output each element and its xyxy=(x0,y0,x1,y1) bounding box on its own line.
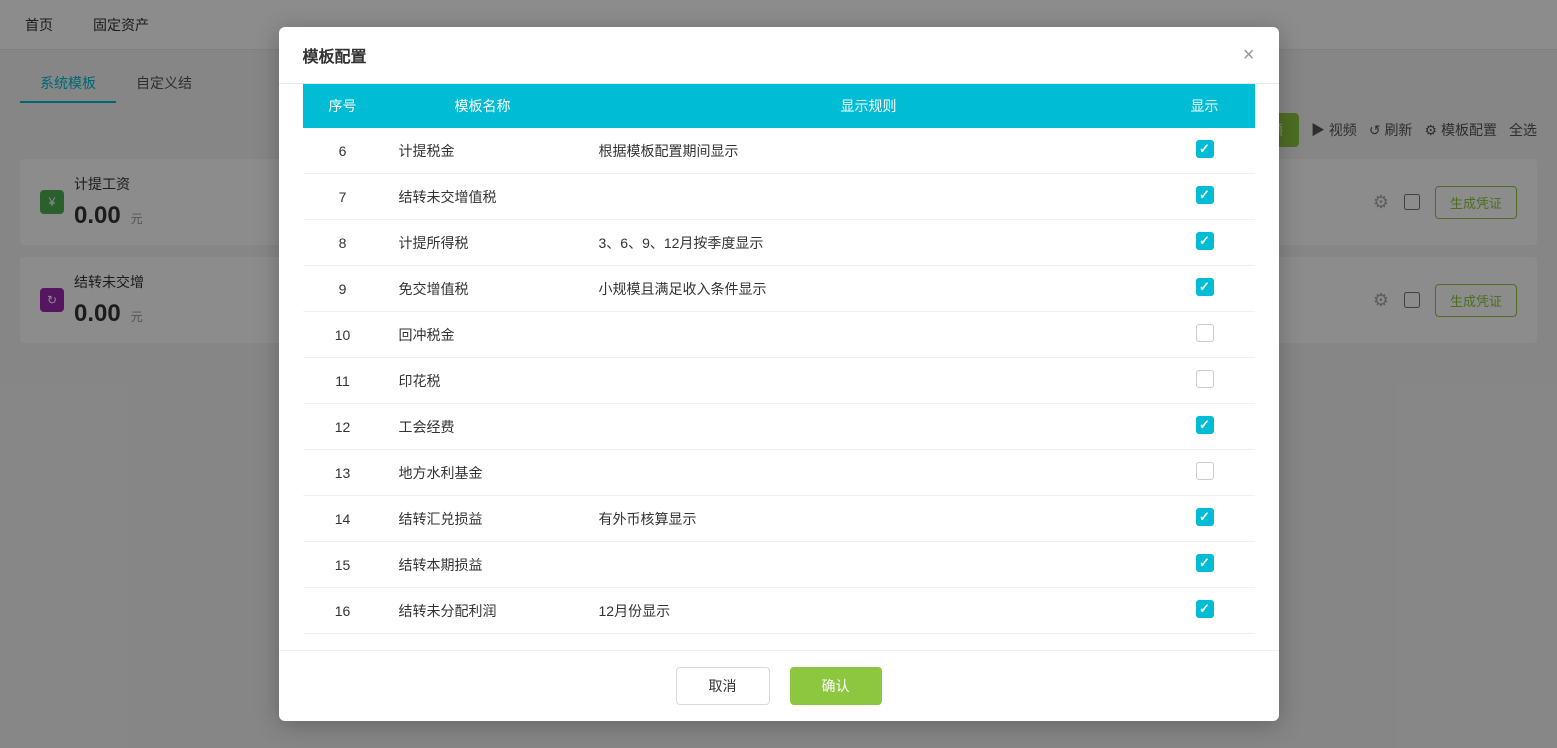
cell-name-2: 计提所得税 xyxy=(383,220,583,266)
table-header-row: 序号 模板名称 显示规则 显示 xyxy=(303,84,1255,128)
cell-index-0: 6 xyxy=(303,128,383,174)
checkbox-5[interactable] xyxy=(1196,370,1214,388)
cell-rule-4 xyxy=(583,312,1155,358)
cell-check-0 xyxy=(1155,128,1255,174)
col-header-name: 模板名称 xyxy=(383,84,583,128)
checkbox-7[interactable] xyxy=(1196,462,1214,480)
checkbox-10[interactable] xyxy=(1196,600,1214,618)
checkbox-2[interactable] xyxy=(1196,232,1214,250)
table-row: 12工会经费 xyxy=(303,404,1255,450)
table-row: 8计提所得税3、6、9、12月按季度显示 xyxy=(303,220,1255,266)
table-row: 13地方水利基金 xyxy=(303,450,1255,496)
table-row: 11印花税 xyxy=(303,358,1255,404)
cell-name-10: 结转未分配利润 xyxy=(383,588,583,634)
table-row: 15结转本期损益 xyxy=(303,542,1255,588)
table-row: 14结转汇兑损益有外币核算显示 xyxy=(303,496,1255,542)
modal-overlay: 模板配置 × 序号 模板名称 显示规则 显示 6计提税金根据模板配置期间显 xyxy=(0,0,1557,748)
table-row: 10回冲税金 xyxy=(303,312,1255,358)
table-row: 9免交增值税小规模且满足收入条件显示 xyxy=(303,266,1255,312)
cell-index-4: 10 xyxy=(303,312,383,358)
col-header-index: 序号 xyxy=(303,84,383,128)
cell-name-1: 结转未交增值税 xyxy=(383,174,583,220)
cell-name-7: 地方水利基金 xyxy=(383,450,583,496)
cell-index-2: 8 xyxy=(303,220,383,266)
cell-rule-3: 小规模且满足收入条件显示 xyxy=(583,266,1155,312)
cell-index-9: 15 xyxy=(303,542,383,588)
modal-header: 模板配置 × xyxy=(279,27,1279,84)
cell-index-7: 13 xyxy=(303,450,383,496)
cell-check-8 xyxy=(1155,496,1255,542)
checkbox-8[interactable] xyxy=(1196,508,1214,526)
cell-check-9 xyxy=(1155,542,1255,588)
cell-index-10: 16 xyxy=(303,588,383,634)
cell-name-5: 印花税 xyxy=(383,358,583,404)
table-row: 7结转未交增值税 xyxy=(303,174,1255,220)
cell-name-8: 结转汇兑损益 xyxy=(383,496,583,542)
cell-rule-0: 根据模板配置期间显示 xyxy=(583,128,1155,174)
cell-check-2 xyxy=(1155,220,1255,266)
table-row: 6计提税金根据模板配置期间显示 xyxy=(303,128,1255,174)
config-table: 序号 模板名称 显示规则 显示 6计提税金根据模板配置期间显示7结转未交增值税8… xyxy=(303,84,1255,634)
cell-index-6: 12 xyxy=(303,404,383,450)
confirm-button[interactable]: 确认 xyxy=(790,667,882,705)
cell-check-3 xyxy=(1155,266,1255,312)
cell-index-1: 7 xyxy=(303,174,383,220)
checkbox-1[interactable] xyxy=(1196,186,1214,204)
cell-name-6: 工会经费 xyxy=(383,404,583,450)
cell-index-8: 14 xyxy=(303,496,383,542)
cell-check-10 xyxy=(1155,588,1255,634)
modal-template-config: 模板配置 × 序号 模板名称 显示规则 显示 6计提税金根据模板配置期间显 xyxy=(279,27,1279,721)
col-header-rule: 显示规则 xyxy=(583,84,1155,128)
checkbox-9[interactable] xyxy=(1196,554,1214,572)
cell-rule-1 xyxy=(583,174,1155,220)
cell-name-0: 计提税金 xyxy=(383,128,583,174)
cancel-button[interactable]: 取消 xyxy=(676,667,770,705)
cell-check-6 xyxy=(1155,404,1255,450)
checkbox-3[interactable] xyxy=(1196,278,1214,296)
checkbox-6[interactable] xyxy=(1196,416,1214,434)
modal-close-button[interactable]: × xyxy=(1243,45,1255,65)
cell-rule-8: 有外币核算显示 xyxy=(583,496,1155,542)
modal-title: 模板配置 xyxy=(303,43,367,67)
cell-rule-10: 12月份显示 xyxy=(583,588,1155,634)
cell-name-4: 回冲税金 xyxy=(383,312,583,358)
cell-rule-2: 3、6、9、12月按季度显示 xyxy=(583,220,1155,266)
cell-rule-7 xyxy=(583,450,1155,496)
cell-rule-9 xyxy=(583,542,1155,588)
table-body: 6计提税金根据模板配置期间显示7结转未交增值税8计提所得税3、6、9、12月按季… xyxy=(303,128,1255,634)
cell-rule-5 xyxy=(583,358,1155,404)
checkbox-4[interactable] xyxy=(1196,324,1214,342)
cell-rule-6 xyxy=(583,404,1155,450)
table-scroll-container: 序号 模板名称 显示规则 显示 6计提税金根据模板配置期间显示7结转未交增值税8… xyxy=(303,84,1255,634)
checkbox-0[interactable] xyxy=(1196,140,1214,158)
table-row: 16结转未分配利润12月份显示 xyxy=(303,588,1255,634)
cell-name-3: 免交增值税 xyxy=(383,266,583,312)
cell-name-9: 结转本期损益 xyxy=(383,542,583,588)
modal-footer: 取消 确认 xyxy=(279,650,1279,721)
cell-check-1 xyxy=(1155,174,1255,220)
cell-index-3: 9 xyxy=(303,266,383,312)
modal-body: 序号 模板名称 显示规则 显示 6计提税金根据模板配置期间显示7结转未交增值税8… xyxy=(279,84,1279,650)
cell-check-5 xyxy=(1155,358,1255,404)
cell-check-4 xyxy=(1155,312,1255,358)
col-header-show: 显示 xyxy=(1155,84,1255,128)
cell-index-5: 11 xyxy=(303,358,383,404)
cell-check-7 xyxy=(1155,450,1255,496)
